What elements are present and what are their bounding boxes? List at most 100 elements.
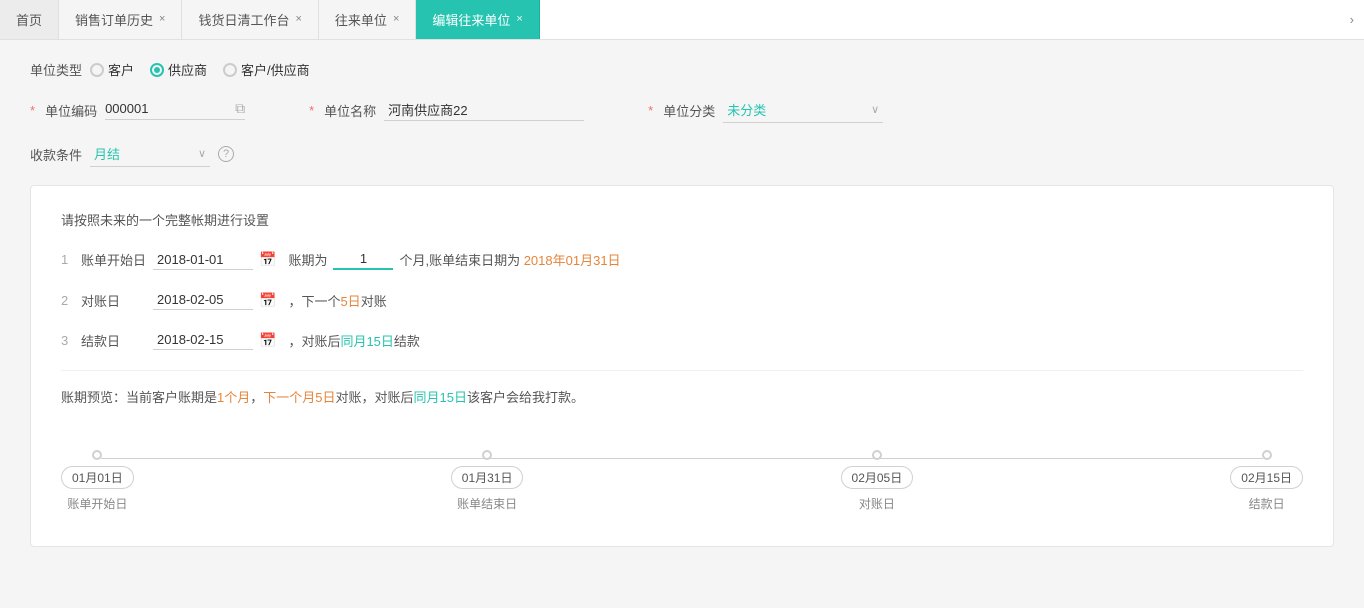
step-desc-2-orange: 5日 [340, 294, 360, 309]
unit-info-row: * 单位编码 ⧉ * 单位名称 * 单位分类 未分类 ∨ [30, 97, 1334, 123]
step-num-2: 2 [61, 293, 81, 308]
unit-category-select[interactable]: 未分类 ∨ [723, 97, 883, 123]
step-period-label: 账期为 [288, 250, 327, 269]
chevron-down-icon: ∨ [871, 103, 879, 116]
preview-mid2: 对账，对账后 [336, 390, 414, 405]
tab-cash-work-label: 钱货日清工作台 [198, 10, 289, 29]
tab-sales-history-label: 销售订单历史 [75, 10, 153, 29]
step-date-field-2: 📅 [153, 290, 276, 310]
step-desc-3-teal: 同月15日 [340, 334, 393, 349]
step-date-input-1[interactable] [153, 250, 253, 270]
step-date-field-1: 📅 [153, 250, 276, 270]
unit-name-input[interactable] [384, 99, 584, 121]
node-date-3: 02月15日 [1230, 466, 1303, 489]
step-row-3: 3 结款日 📅 ，对账后同月15日结款 [61, 330, 1303, 350]
unit-code-field: * 单位编码 ⧉ [30, 100, 245, 120]
period-unit-text: 个月,账单结束日期为 [399, 253, 520, 268]
radio-customer-label: 客户 [108, 60, 134, 79]
step-period-unit: 个月,账单结束日期为 2018年01月31日 [399, 250, 620, 269]
tab-more-button[interactable]: › [1340, 0, 1364, 39]
radio-customer[interactable]: 客户 [90, 60, 134, 79]
step-label-1: 账单开始日 [81, 250, 141, 269]
tab-home[interactable]: 首页 [0, 0, 59, 39]
node-sublabel-2: 对账日 [859, 495, 895, 512]
node-sublabel-3: 结款日 [1249, 495, 1285, 512]
step-date-input-2[interactable] [153, 290, 253, 310]
step-label-3: 结款日 [81, 331, 141, 350]
step-desc-3-suffix: 结款 [394, 334, 420, 349]
close-edit-partner[interactable]: × [516, 14, 522, 25]
step-desc-2-suffix: 对账 [361, 294, 387, 309]
timeline-node-1: 01月31日 账单结束日 [451, 450, 524, 512]
period-end-date: 2018年01月31日 [524, 253, 621, 268]
preview-suffix: 该客户会给我打款。 [467, 390, 584, 405]
radio-supplier-label: 供应商 [168, 60, 207, 79]
step-label-2: 对账日 [81, 291, 141, 310]
radio-both-circle [223, 63, 237, 77]
step-row-1: 1 账单开始日 📅 账期为 个月,账单结束日期为 2018年01月31日 [61, 249, 1303, 270]
step-num-3: 3 [61, 333, 81, 348]
node-dot-0 [92, 450, 102, 460]
timeline-node-0: 01月01日 账单开始日 [61, 450, 134, 512]
tab-partner-list-label: 往来单位 [335, 10, 387, 29]
node-date-0: 01月01日 [61, 466, 134, 489]
node-date-2: 02月05日 [841, 466, 914, 489]
tab-partner-list[interactable]: 往来单位 × [319, 0, 416, 39]
tab-sales-history[interactable]: 销售订单历史 × [59, 0, 182, 39]
timeline-nodes: 01月01日 账单开始日 01月31日 账单结束日 02月05日 对账日 02月… [61, 450, 1303, 512]
payment-terms-row: 收款条件 月结 ∨ ? [30, 141, 1334, 167]
calendar-icon-1[interactable]: 📅 [259, 251, 276, 268]
unit-type-label: 单位类型 [30, 60, 82, 79]
close-cash-work[interactable]: × [295, 14, 301, 25]
tab-bar: 首页 销售订单历史 × 钱货日清工作台 × 往来单位 × 编辑往来单位 × › [0, 0, 1364, 40]
close-partner-list[interactable]: × [393, 14, 399, 25]
payment-terms-label: 收款条件 [30, 145, 82, 164]
unit-category-label: 单位分类 [663, 101, 715, 120]
calendar-icon-3[interactable]: 📅 [259, 332, 276, 349]
radio-supplier-circle [150, 63, 164, 77]
preview-mid1: ， [250, 390, 263, 405]
unit-name-star: * [309, 103, 314, 118]
node-dot-3 [1262, 450, 1272, 460]
unit-name-field: * 单位名称 [309, 99, 584, 121]
preview-orange2: 下一个月5日 [263, 390, 335, 405]
calendar-icon-2[interactable]: 📅 [259, 292, 276, 309]
timeline-node-2: 02月05日 对账日 [841, 450, 914, 512]
radio-supplier[interactable]: 供应商 [150, 60, 207, 79]
chevron-right-icon: › [1350, 12, 1354, 27]
payment-terms-value: 月结 [94, 144, 194, 163]
payment-terms-select[interactable]: 月结 ∨ [90, 141, 210, 167]
timeline: 01月01日 账单开始日 01月31日 账单结束日 02月05日 对账日 02月… [61, 430, 1303, 522]
step-row-2: 2 对账日 📅 ，下一个5日对账 [61, 290, 1303, 310]
tab-cash-work[interactable]: 钱货日清工作台 × [182, 0, 318, 39]
step-desc-3-prefix: ，对账后 [288, 334, 340, 349]
step-date-input-3[interactable] [153, 330, 253, 350]
unit-category-star: * [648, 103, 653, 118]
preview-orange1: 1个月 [217, 390, 250, 405]
unit-code-input-wrapper: ⧉ [105, 100, 245, 120]
unit-type-row: 单位类型 客户 供应商 客户/供应商 [30, 60, 1334, 79]
preview-prefix: 账期预览：当前客户账期是 [61, 390, 217, 405]
tab-edit-partner-label: 编辑往来单位 [432, 10, 510, 29]
radio-both[interactable]: 客户/供应商 [223, 60, 310, 79]
node-dot-2 [872, 450, 882, 460]
help-icon[interactable]: ? [218, 146, 234, 162]
unit-code-input[interactable] [105, 101, 235, 116]
node-sublabel-0: 账单开始日 [67, 495, 127, 512]
unit-category-field: * 单位分类 未分类 ∨ [648, 97, 883, 123]
unit-type-radio-group: 客户 供应商 客户/供应商 [90, 60, 310, 79]
step-num-1: 1 [61, 252, 81, 267]
section-title: 请按照未来的一个完整帐期进行设置 [61, 210, 1303, 229]
tab-edit-partner[interactable]: 编辑往来单位 × [416, 0, 539, 39]
unit-code-label: 单位编码 [45, 101, 97, 120]
copy-icon[interactable]: ⧉ [235, 100, 245, 117]
unit-category-value: 未分类 [727, 100, 867, 119]
period-settings-section: 请按照未来的一个完整帐期进行设置 1 账单开始日 📅 账期为 个月,账单结束日期… [30, 185, 1334, 547]
page-content: 单位类型 客户 供应商 客户/供应商 * 单位编码 [0, 40, 1364, 608]
preview-teal: 同月15日 [414, 390, 467, 405]
chevron-down-icon-2: ∨ [198, 147, 206, 160]
payment-terms-field: 收款条件 月结 ∨ ? [30, 141, 234, 167]
close-sales-history[interactable]: × [159, 14, 165, 25]
radio-both-label: 客户/供应商 [241, 60, 310, 79]
period-value-input[interactable] [333, 249, 393, 270]
